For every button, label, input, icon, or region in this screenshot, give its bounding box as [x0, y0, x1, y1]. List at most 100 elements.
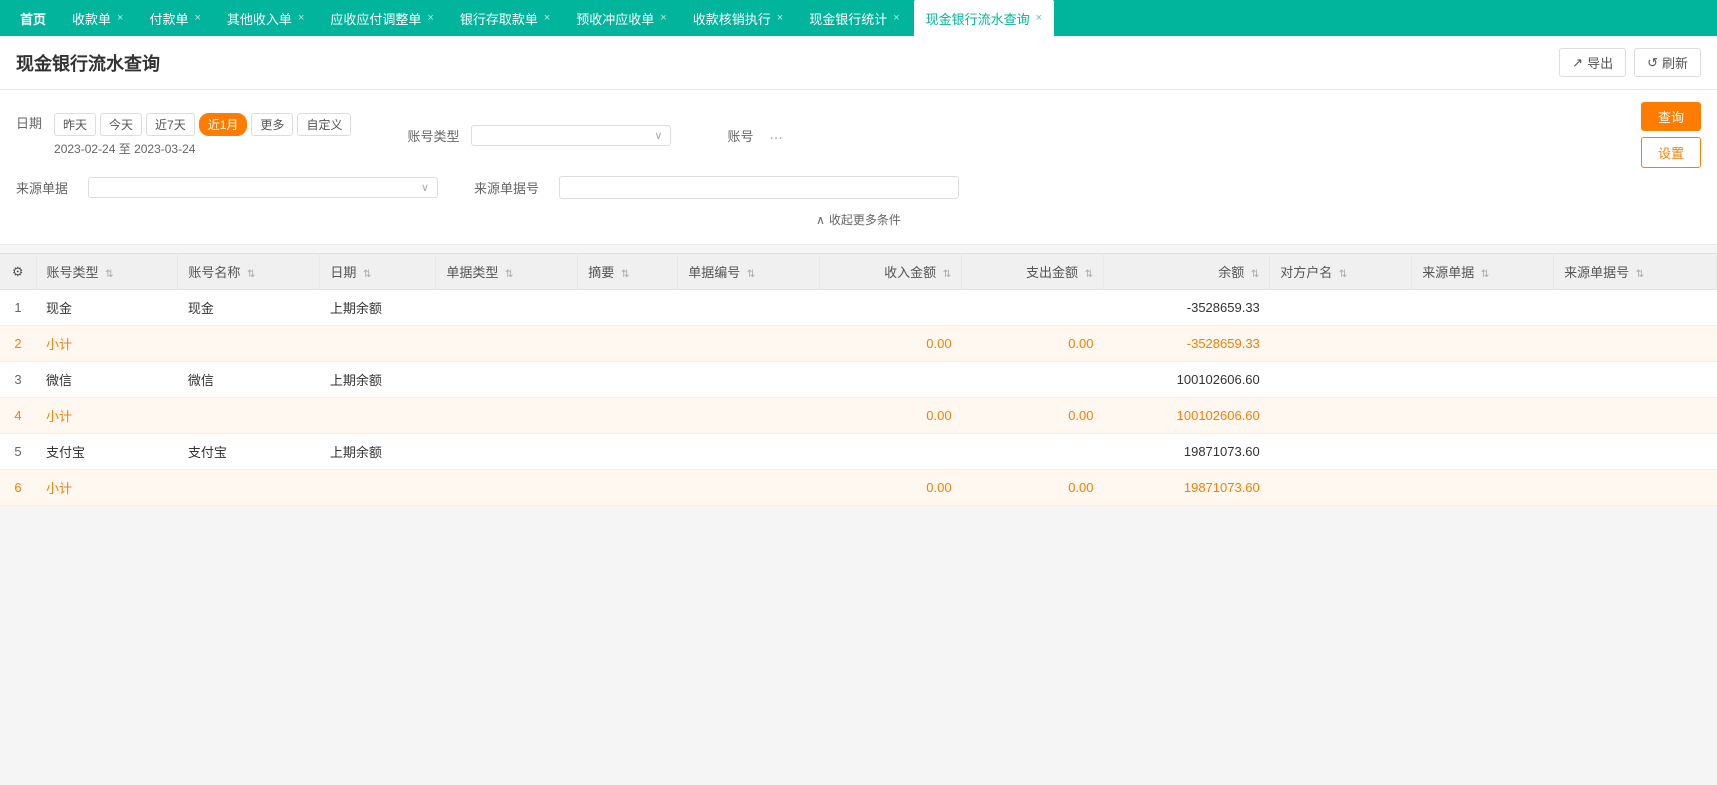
- row-doc-no: [678, 470, 820, 506]
- row-expense: [962, 362, 1104, 398]
- close-icon[interactable]: ×: [893, 12, 899, 24]
- table-row: 2 小计 0.00 0.00 -3528659.33: [0, 326, 1717, 362]
- source-doc-no-label: 来源单据号: [474, 178, 539, 197]
- close-icon[interactable]: ×: [1036, 12, 1042, 24]
- sort-icon[interactable]: ⇅: [1636, 269, 1644, 280]
- sort-icon[interactable]: ⇅: [1085, 269, 1093, 280]
- row-num: 2: [0, 326, 36, 362]
- close-icon[interactable]: ×: [777, 12, 783, 24]
- row-num: 6: [0, 470, 36, 506]
- export-button[interactable]: ↗ 导出: [1559, 48, 1626, 77]
- col-expense: 支出金额 ⇅: [962, 254, 1104, 290]
- account-no-filter: 账号 ...: [727, 126, 786, 145]
- page-title: 现金银行流水查询: [16, 50, 160, 88]
- row-account-type: 支付宝: [36, 434, 178, 470]
- row-account-type: 现金: [36, 290, 178, 326]
- col-date: 日期 ⇅: [320, 254, 436, 290]
- sort-icon[interactable]: ⇅: [247, 269, 255, 280]
- date-filter: 日期 昨天 今天 近7天 近1月 更多 自定义 2023-02-24 至 202…: [16, 113, 351, 157]
- filter-buttons: 查询 设置: [1641, 102, 1701, 168]
- nav-tab-1[interactable]: 收款单 ×: [60, 0, 135, 36]
- nav-tab-5[interactable]: 银行存取款单 ×: [448, 0, 562, 36]
- row-balance: -3528659.33: [1104, 290, 1270, 326]
- row-income: 0.00: [820, 470, 962, 506]
- close-icon[interactable]: ×: [427, 12, 433, 24]
- sort-icon[interactable]: ⇅: [747, 269, 755, 280]
- row-doc-no: [678, 326, 820, 362]
- nav-tab-8[interactable]: 现金银行统计 ×: [797, 0, 911, 36]
- row-counterparty: [1270, 470, 1412, 506]
- row-source-doc-no: [1554, 326, 1717, 362]
- source-doc-no-input[interactable]: [559, 176, 959, 199]
- date-btn-more[interactable]: 更多: [251, 113, 293, 136]
- row-source-doc-no: [1554, 362, 1717, 398]
- row-counterparty: [1270, 398, 1412, 434]
- row-source-doc: [1412, 362, 1554, 398]
- date-btn-custom[interactable]: 自定义: [297, 113, 351, 136]
- date-btn-1month[interactable]: 近1月: [199, 113, 248, 136]
- refresh-button[interactable]: ↺ 刷新: [1634, 48, 1701, 77]
- row-account-name: [178, 470, 320, 506]
- close-icon[interactable]: ×: [544, 12, 550, 24]
- col-account-name: 账号名称 ⇅: [178, 254, 320, 290]
- row-doc-type: [436, 362, 578, 398]
- col-summary: 摘要 ⇅: [578, 254, 678, 290]
- row-doc-no: [678, 434, 820, 470]
- row-source-doc: [1412, 398, 1554, 434]
- nav-tab-2[interactable]: 付款单 ×: [137, 0, 212, 36]
- date-btn-today[interactable]: 今天: [100, 113, 142, 136]
- sort-icon[interactable]: ⇅: [1251, 269, 1259, 280]
- query-button[interactable]: 查询: [1641, 102, 1701, 131]
- sort-icon[interactable]: ⇅: [363, 269, 371, 280]
- chevron-down-icon-2: ∨: [421, 181, 429, 194]
- sort-icon[interactable]: ⇅: [105, 269, 113, 280]
- row-date: 上期余额: [320, 434, 436, 470]
- sort-icon[interactable]: ⇅: [1339, 269, 1347, 280]
- nav-tab-6[interactable]: 预收冲应收单 ×: [564, 0, 678, 36]
- row-account-type: 小计: [36, 398, 178, 434]
- account-type-label: 账号类型: [407, 126, 459, 145]
- top-nav: 首页 收款单 × 付款单 × 其他收入单 × 应收应付调整单 × 银行存取款单 …: [0, 0, 1717, 36]
- date-btn-yesterday[interactable]: 昨天: [54, 113, 96, 136]
- nav-home[interactable]: 首页: [8, 0, 58, 36]
- nav-tab-7[interactable]: 收款核销执行 ×: [681, 0, 795, 36]
- row-num: 3: [0, 362, 36, 398]
- row-num: 4: [0, 398, 36, 434]
- account-type-select[interactable]: ∨: [471, 125, 671, 146]
- row-income: [820, 434, 962, 470]
- row-source-doc-no: [1554, 290, 1717, 326]
- refresh-icon: ↺: [1647, 55, 1658, 71]
- row-source-doc: [1412, 434, 1554, 470]
- nav-tab-3[interactable]: 其他收入单 ×: [215, 0, 316, 36]
- close-icon[interactable]: ×: [298, 12, 304, 24]
- row-expense: [962, 290, 1104, 326]
- account-no-dots-button[interactable]: ...: [765, 126, 786, 144]
- collapse-bar[interactable]: ∧ 收起更多条件: [16, 207, 1701, 232]
- close-icon[interactable]: ×: [194, 12, 200, 24]
- row-account-name: 支付宝: [178, 434, 320, 470]
- row-expense: 0.00: [962, 470, 1104, 506]
- nav-tab-9[interactable]: 现金银行流水查询 ×: [914, 0, 1054, 36]
- gear-icon[interactable]: ⚙: [12, 264, 24, 279]
- export-icon: ↗: [1572, 55, 1583, 71]
- nav-tab-4[interactable]: 应收应付调整单 ×: [318, 0, 445, 36]
- col-account-type: 账号类型 ⇅: [36, 254, 178, 290]
- row-income: [820, 362, 962, 398]
- data-table: ⚙ 账号类型 ⇅ 账号名称 ⇅ 日期 ⇅ 单据类型 ⇅: [0, 253, 1717, 506]
- row-account-type: 小计: [36, 470, 178, 506]
- sort-icon[interactable]: ⇅: [1481, 269, 1489, 280]
- source-doc-select[interactable]: ∨: [88, 177, 438, 198]
- sort-icon[interactable]: ⇅: [621, 269, 629, 280]
- close-icon[interactable]: ×: [660, 12, 666, 24]
- row-account-name: [178, 326, 320, 362]
- table-header-row: ⚙ 账号类型 ⇅ 账号名称 ⇅ 日期 ⇅ 单据类型 ⇅: [0, 254, 1717, 290]
- row-balance: 19871073.60: [1104, 470, 1270, 506]
- settings-button[interactable]: 设置: [1641, 137, 1701, 168]
- row-doc-type: [436, 470, 578, 506]
- chevron-down-icon: ∨: [654, 129, 662, 142]
- date-btn-7days[interactable]: 近7天: [146, 113, 195, 136]
- sort-icon[interactable]: ⇅: [505, 269, 513, 280]
- sort-icon[interactable]: ⇅: [943, 269, 951, 280]
- row-num: 1: [0, 290, 36, 326]
- close-icon[interactable]: ×: [117, 12, 123, 24]
